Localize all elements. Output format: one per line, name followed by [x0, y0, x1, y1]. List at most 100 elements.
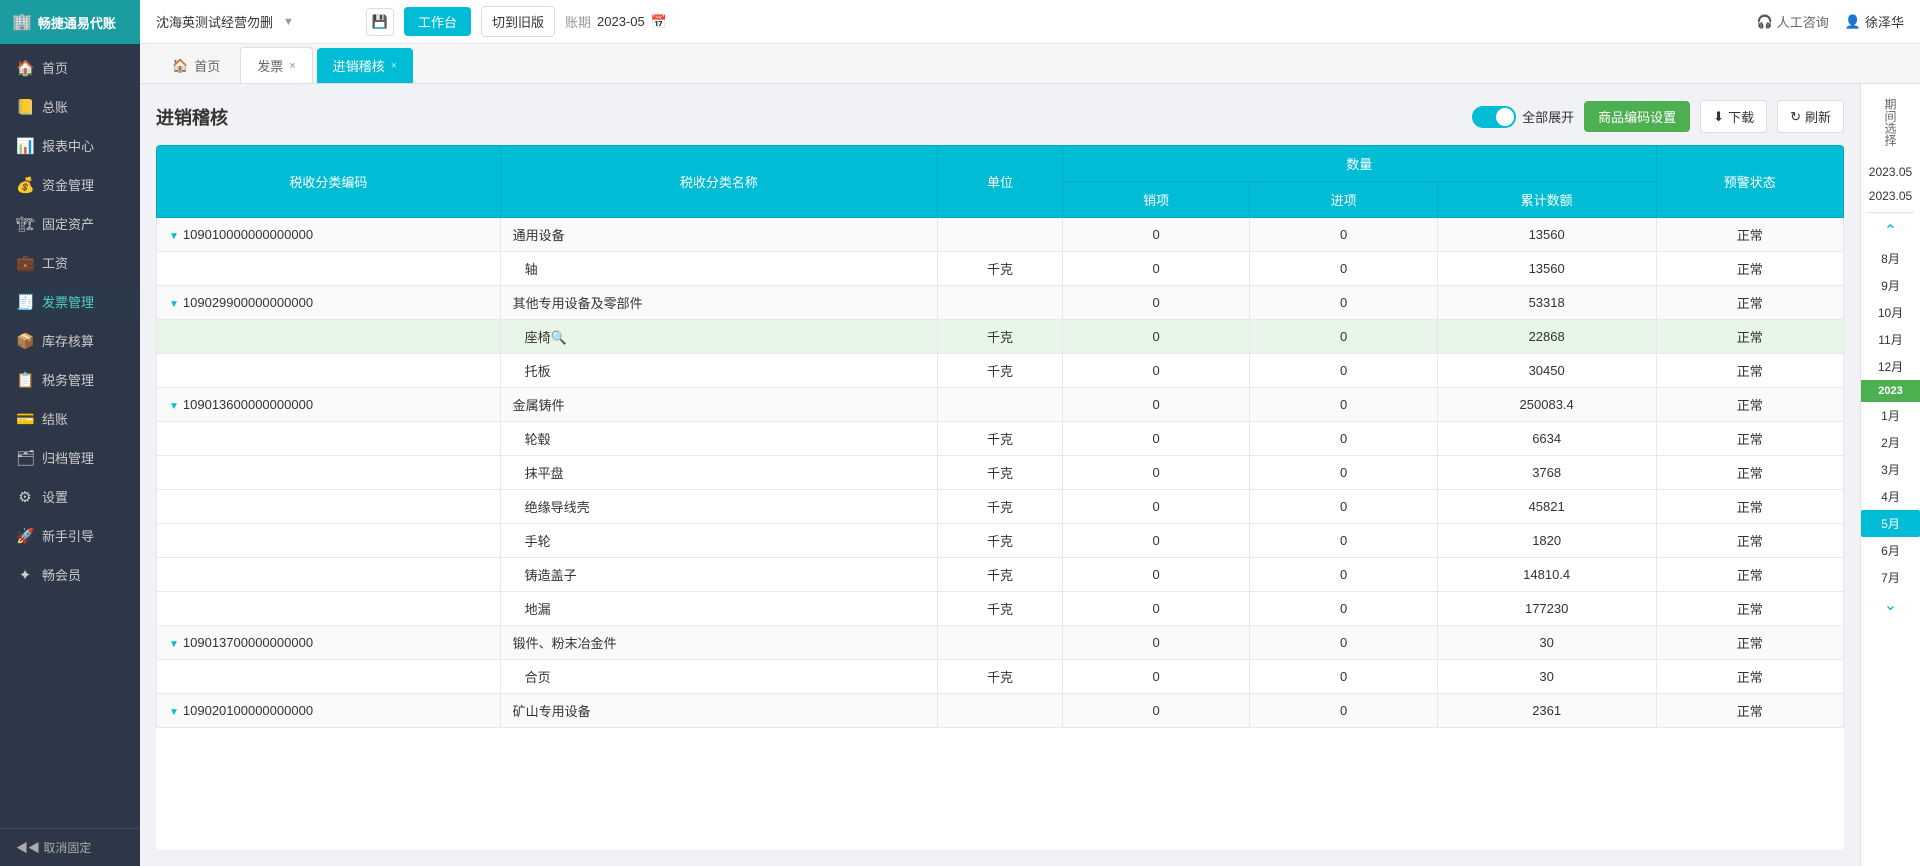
data-table: 税收分类编码 税收分类名称 单位 数量 预警状态 销项 进项 累计数额 — [156, 145, 1844, 728]
cell-name: 铸造盖子 — [500, 558, 937, 592]
sidebar-icon-funds: 💰 — [16, 176, 34, 194]
sidebar-label-reports: 报表中心 — [42, 136, 94, 155]
cell-unit: 千克 — [938, 320, 1063, 354]
page-title: 进销稽核 — [156, 104, 228, 130]
sidebar-item-archive[interactable]: 🗂归档管理 — [0, 438, 140, 477]
sidebar-item-checkout[interactable]: 💳结账 — [0, 399, 140, 438]
user-icon: 👤 — [1845, 14, 1861, 30]
save-draft-button[interactable]: 💾 — [366, 8, 394, 36]
tab-invoice[interactable]: 发票 × — [240, 47, 312, 83]
search-icon[interactable]: 🔍 — [551, 330, 567, 345]
table-row: 轮毂 千克 0 0 6634 正常 — [157, 422, 1844, 456]
cell-purchase: 0 — [1250, 626, 1437, 660]
tab-home[interactable]: 🏠 首页 — [156, 48, 236, 83]
sidebar-item-ledger[interactable]: 📒总账 — [0, 87, 140, 126]
period-item-2023-05-top1[interactable]: 2023.05 — [1861, 160, 1920, 184]
cell-total: 6634 — [1437, 422, 1656, 456]
period-item-10[interactable]: 10月 — [1861, 299, 1920, 326]
cell-code — [157, 354, 501, 388]
workbench-button[interactable]: 工作台 — [404, 7, 471, 36]
sidebar-icon-tax: 📋 — [16, 371, 34, 389]
sidebar-item-reports[interactable]: 📊报表中心 — [0, 126, 140, 165]
cell-unit — [938, 286, 1063, 320]
topbar-company[interactable]: 沈海英测试经营勿删 ▼ — [156, 12, 356, 31]
cell-unit: 千克 — [938, 558, 1063, 592]
switch-version-button[interactable]: 切到旧版 — [481, 6, 555, 37]
period-item-2[interactable]: 2月 — [1861, 429, 1920, 456]
cell-total: 45821 — [1437, 490, 1656, 524]
cell-unit — [938, 218, 1063, 252]
cell-sale: 0 — [1062, 354, 1249, 388]
col-header-quantity: 数量 — [1062, 146, 1656, 182]
cell-warning: 正常 — [1656, 626, 1844, 660]
period-item-1[interactable]: 1月 — [1861, 402, 1920, 429]
period-item-8[interactable]: 8月 — [1861, 245, 1920, 272]
cell-unit: 千克 — [938, 660, 1063, 694]
sidebar-item-home[interactable]: 🏠首页 — [0, 48, 140, 87]
tab-reconcile[interactable]: 进销稽核 × — [317, 48, 413, 83]
table-row: 座椅🔍 千克 0 0 22868 正常 — [157, 320, 1844, 354]
product-code-button[interactable]: 商品编码设置 — [1584, 101, 1690, 132]
period-item-7[interactable]: 7月 — [1861, 564, 1920, 591]
cell-purchase: 0 — [1250, 660, 1437, 694]
sidebar-item-salary[interactable]: 💼工资 — [0, 243, 140, 282]
tab-invoice-close[interactable]: × — [289, 60, 295, 72]
cell-purchase: 0 — [1250, 320, 1437, 354]
refresh-button[interactable]: ↻ 刷新 — [1777, 100, 1844, 133]
table-body: ▼109010000000000000 通用设备 0 0 13560 正常 轴 … — [157, 218, 1844, 728]
period-item-12[interactable]: 12月 — [1861, 353, 1920, 380]
calendar-icon[interactable]: 📅 — [651, 14, 667, 30]
tab-reconcile-close[interactable]: × — [391, 60, 397, 72]
scroll-up-icon[interactable]: ⌃ — [1880, 217, 1901, 245]
expand-toggle[interactable] — [1472, 106, 1516, 128]
sidebar-footer[interactable]: ◀◀ 取消固定 — [0, 828, 140, 866]
cell-unit: 千克 — [938, 422, 1063, 456]
cell-warning: 正常 — [1656, 320, 1844, 354]
sidebar-item-funds[interactable]: 💰资金管理 — [0, 165, 140, 204]
period-item-6[interactable]: 6月 — [1861, 537, 1920, 564]
user-menu[interactable]: 👤 徐泽华 — [1845, 12, 1904, 31]
cell-total: 14810.4 — [1437, 558, 1656, 592]
sidebar-item-settings[interactable]: ⚙设置 — [0, 477, 140, 516]
cell-warning: 正常 — [1656, 354, 1844, 388]
cell-unit — [938, 694, 1063, 728]
cell-name: 通用设备 — [500, 218, 937, 252]
sidebar-icon-home: 🏠 — [16, 59, 34, 77]
period-item-5[interactable]: 5月 — [1861, 510, 1920, 537]
cell-code — [157, 320, 501, 354]
period-item-3[interactable]: 3月 — [1861, 456, 1920, 483]
cell-code — [157, 422, 501, 456]
tab-reconcile-label: 进销稽核 — [333, 56, 385, 75]
sidebar-item-guide[interactable]: 🚀新手引导 — [0, 516, 140, 555]
period-item-4[interactable]: 4月 — [1861, 483, 1920, 510]
chevron-down-icon: ▼ — [283, 16, 294, 28]
sidebar-item-inventory[interactable]: 📦库存核算 — [0, 321, 140, 360]
save-icon: 💾 — [372, 14, 388, 30]
sidebar-item-invoice-mgmt[interactable]: 🧾发票管理 — [0, 282, 140, 321]
cell-total: 1820 — [1437, 524, 1656, 558]
support-button[interactable]: 🎧 人工咨询 — [1757, 12, 1829, 31]
cell-name: 金属铸件 — [500, 388, 937, 422]
cell-purchase: 0 — [1250, 218, 1437, 252]
data-table-wrap: 税收分类编码 税收分类名称 单位 数量 预警状态 销项 进项 累计数额 — [156, 145, 1844, 850]
sidebar-item-fixed-assets[interactable]: 🏗固定资产 — [0, 204, 140, 243]
sidebar-item-member[interactable]: ✦畅会员 — [0, 555, 140, 594]
sidebar-icon-invoice-mgmt: 🧾 — [16, 293, 34, 311]
period-item-9[interactable]: 9月 — [1861, 272, 1920, 299]
col-header-total: 累计数额 — [1437, 182, 1656, 218]
topbar-right: 🎧 人工咨询 👤 徐泽华 — [1757, 12, 1904, 31]
scroll-down-icon[interactable]: ⌄ — [1880, 591, 1901, 619]
period-item-2023-05-top2[interactable]: 2023.05 — [1861, 184, 1920, 208]
sidebar-item-tax[interactable]: 📋税务管理 — [0, 360, 140, 399]
download-button[interactable]: ⬇ 下载 — [1700, 100, 1767, 133]
page-header: 进销稽核 全部展开 商品编码设置 ⬇ 下载 ↻ 刷新 — [156, 100, 1844, 133]
cell-sale: 0 — [1062, 660, 1249, 694]
sidebar-label-member: 畅会员 — [42, 565, 81, 584]
sidebar-label-inventory: 库存核算 — [42, 331, 94, 350]
period-value: 2023-05 — [597, 14, 645, 29]
col-header-unit: 单位 — [938, 146, 1063, 218]
cell-total: 13560 — [1437, 218, 1656, 252]
period-item-11[interactable]: 11月 — [1861, 326, 1920, 353]
content-main: 进销稽核 全部展开 商品编码设置 ⬇ 下载 ↻ 刷新 — [140, 84, 1860, 866]
cell-purchase: 0 — [1250, 524, 1437, 558]
